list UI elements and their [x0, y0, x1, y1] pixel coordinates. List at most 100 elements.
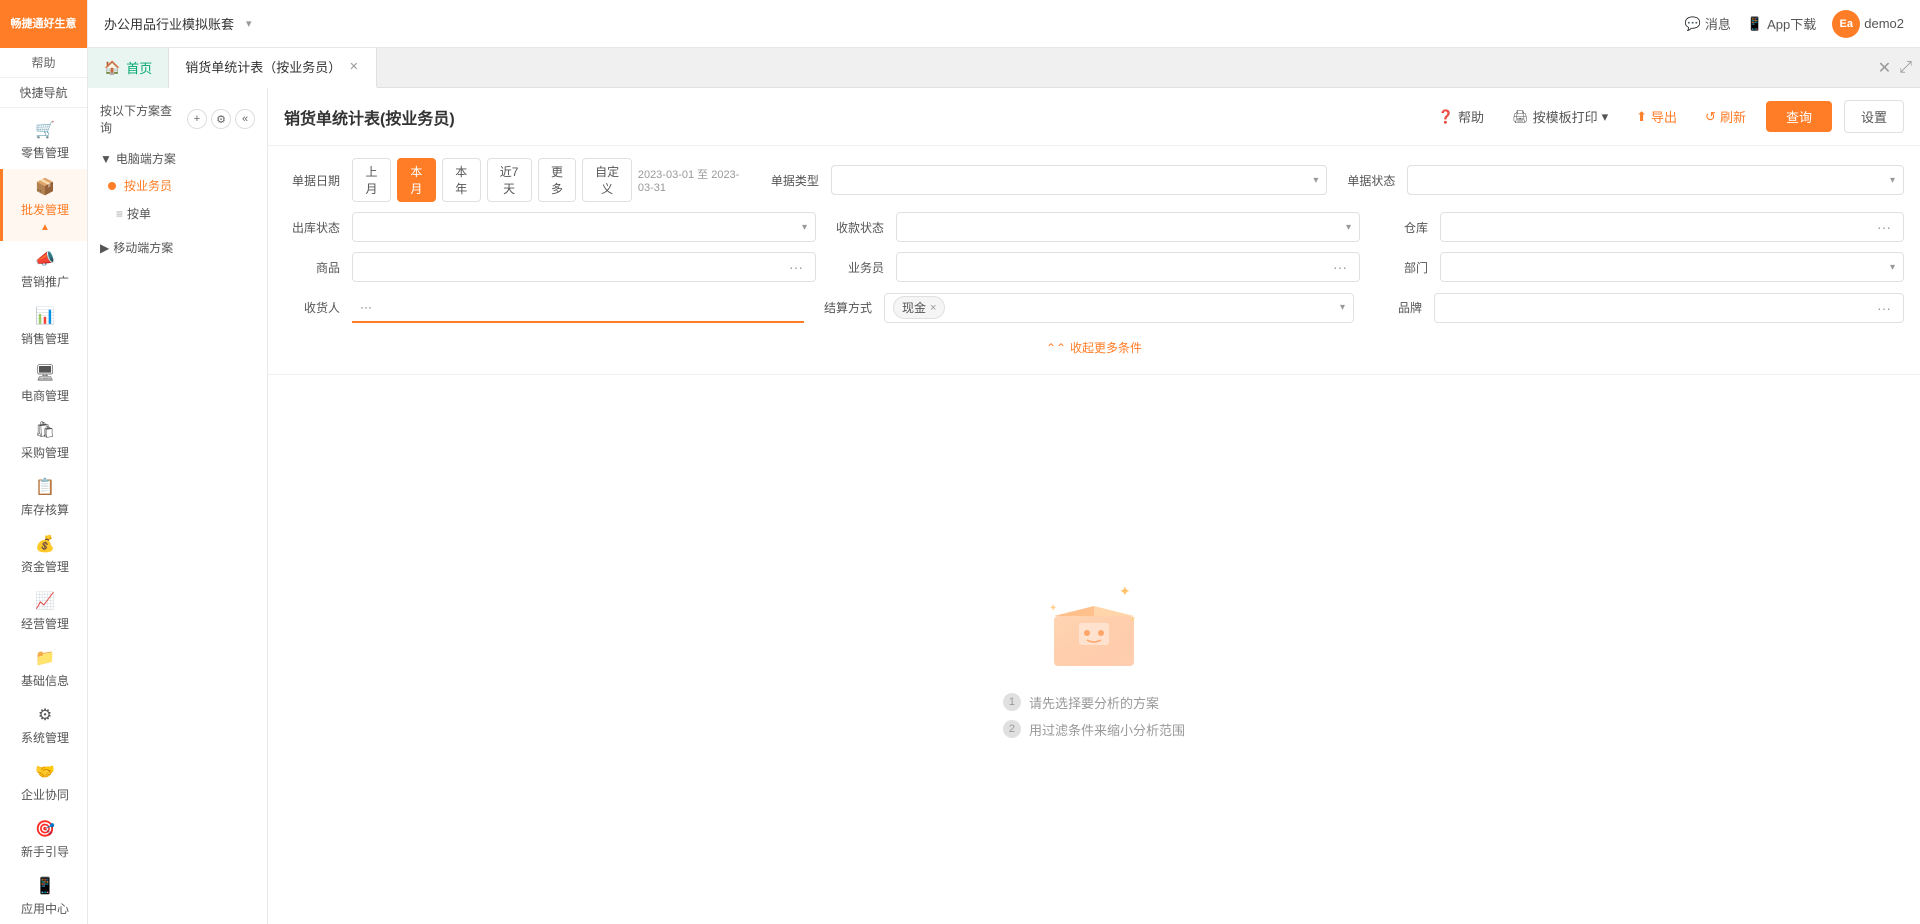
print-button[interactable]: 🖨 按模板打印 ▾	[1504, 103, 1616, 130]
sidebar-item-label: 批发管理	[21, 201, 69, 218]
left-panel-header: 按以下方案查询 + ⚙ «	[88, 96, 267, 142]
brand-dots[interactable]: ···	[1873, 300, 1895, 316]
date-filter-group: 上月 本月 本年 近7天 更多 自定义 2023-03-01 至 2023-03…	[352, 158, 751, 202]
goods-label: 商品	[284, 259, 340, 276]
dept-select[interactable]: ▾	[1440, 252, 1904, 282]
collapse-panel-button[interactable]: «	[235, 109, 255, 129]
out-status-select[interactable]: ▾	[352, 212, 816, 242]
export-icon: ⬆	[1636, 109, 1647, 125]
payment-method-select[interactable]: 现金 × ▾	[884, 293, 1354, 323]
download-icon: 📱	[1747, 16, 1763, 32]
sidebar-item-appstore[interactable]: 📱 应用中心	[0, 868, 87, 924]
page-header-actions: ❓ 帮助 🖨 按模板打印 ▾ ⬆ 导出 ↺ 刷新	[1430, 100, 1904, 133]
tab-home[interactable]: 🏠 首页	[88, 48, 169, 88]
page-title: 销货单统计表(按业务员)	[284, 105, 455, 129]
sidebar-item-label: 系统管理	[21, 729, 69, 746]
sidebar-item-operations[interactable]: 📈 经营管理	[0, 583, 87, 640]
recv-status-select[interactable]: ▾	[896, 212, 1360, 242]
date-this-year-btn[interactable]: 本年	[442, 158, 481, 202]
left-panel: 按以下方案查询 + ⚙ « ▼ 电脑端方案	[88, 88, 268, 924]
consignee-input-wrapper	[352, 292, 804, 323]
sidebar-item-marketing[interactable]: 📣 营销推广	[0, 241, 87, 298]
inventory-icon: 📋	[35, 477, 55, 497]
empty-tip-2: 2 用过滤条件来缩小分析范围	[1003, 720, 1185, 739]
goods-dots[interactable]: ···	[785, 259, 807, 275]
date-last7-btn[interactable]: 近7天	[487, 158, 532, 202]
sidebar-search[interactable]: « 帮助	[0, 48, 87, 78]
sidebar-item-finance[interactable]: 💰 资金管理	[0, 526, 87, 583]
sidebar-item-newbie[interactable]: 🎯 新手引导	[0, 811, 87, 868]
warehouse-label: 仓库	[1372, 219, 1428, 236]
home-icon: 🏠	[104, 60, 120, 76]
svg-text:✦: ✦	[1049, 603, 1057, 614]
tab-sales-stat[interactable]: 销货单统计表（按业务员） ✕	[169, 48, 377, 88]
tab-maximize-button[interactable]: ⤢	[1899, 59, 1912, 77]
payment-tag-close[interactable]: ×	[930, 302, 936, 314]
dept-arrow: ▾	[1890, 262, 1895, 273]
sidebar-item-inventory[interactable]: 📋 库存核算	[0, 469, 87, 526]
date-custom-btn[interactable]: 自定义	[582, 158, 631, 202]
user-menu[interactable]: Ea demo2	[1832, 10, 1904, 38]
refresh-button[interactable]: ↺ 刷新	[1697, 103, 1754, 130]
mobile-group-label: 移动端方案	[113, 239, 173, 256]
salesperson-dots[interactable]: ···	[1329, 259, 1351, 275]
tab-close-window-button[interactable]: ✕	[1878, 58, 1891, 78]
scheme-item-by-salesperson[interactable]: 按业务员	[88, 171, 267, 200]
query-button[interactable]: 查询	[1766, 101, 1832, 132]
settings-button[interactable]: 设置	[1844, 100, 1904, 133]
purchase-icon: 🛍	[35, 420, 55, 440]
sidebar-item-label: 零售管理	[21, 144, 69, 161]
sidebar-item-system[interactable]: ⚙ 系统管理	[0, 697, 87, 754]
goods-select[interactable]: ···	[352, 252, 816, 282]
date-this-month-btn[interactable]: 本月	[397, 158, 436, 202]
tab-close-button[interactable]: ✕	[347, 58, 360, 75]
doc-type-select[interactable]: ▾	[831, 165, 1328, 195]
tab-actions: ✕ ⤢	[1878, 58, 1920, 78]
date-more-btn[interactable]: 更多	[538, 158, 577, 202]
settings-scheme-button[interactable]: ⚙	[211, 109, 231, 129]
date-range-display: 2023-03-01 至 2023-03-31	[638, 166, 751, 194]
tab-bar: 🏠 首页 销货单统计表（按业务员） ✕ ✕ ⤢	[88, 48, 1920, 88]
doc-status-label: 单据状态	[1339, 172, 1395, 189]
add-scheme-button[interactable]: +	[187, 109, 207, 129]
app-dropdown-arrow[interactable]: ▾	[246, 17, 252, 30]
consignee-label: 收货人	[284, 299, 340, 316]
app-download-button[interactable]: 📱 App下载	[1747, 14, 1816, 33]
warehouse-dots[interactable]: ···	[1873, 219, 1895, 235]
sub-scheme-icon: ≡	[116, 207, 123, 221]
salesperson-select[interactable]: ···	[896, 252, 1360, 282]
sidebar-item-label: 经营管理	[21, 615, 69, 632]
help-button[interactable]: ❓ 帮助	[1430, 103, 1492, 130]
date-last-month-btn[interactable]: 上月	[352, 158, 391, 202]
empty-state: ✦ ✦ ★ 1 请先选择要分析的方案 2 用过滤条件	[268, 375, 1920, 924]
sidebar-item-label: 销售管理	[21, 330, 69, 347]
sidebar-item-retail[interactable]: 🛒 零售管理	[0, 112, 87, 169]
mobile-group-title[interactable]: ▶ 移动端方案	[88, 235, 267, 260]
sidebar-item-sales[interactable]: 📊 销售管理	[0, 298, 87, 355]
export-button[interactable]: ⬆ 导出	[1628, 103, 1685, 130]
empty-tips: 1 请先选择要分析的方案 2 用过滤条件来缩小分析范围	[1003, 693, 1185, 739]
sidebar-nav: 🛒 零售管理 📦 批发管理 ▲ 📣 营销推广 📊 销售管理 🖥 电商管理 🛍 采…	[0, 108, 87, 924]
mobile-scheme-group: ▶ 移动端方案	[88, 231, 267, 264]
appstore-icon: 📱	[35, 876, 55, 896]
brand-select[interactable]: ···	[1434, 293, 1904, 323]
right-content: 销货单统计表(按业务员) ❓ 帮助 🖨 按模板打印 ▾ ⬆ 导出	[268, 88, 1920, 924]
message-button[interactable]: 💬 消息	[1685, 14, 1731, 33]
app-logo: 畅捷通好生意	[0, 0, 87, 48]
warehouse-select[interactable]: ···	[1440, 212, 1904, 242]
refresh-icon: ↺	[1705, 109, 1716, 125]
sidebar-item-ecommerce[interactable]: 🖥 电商管理	[0, 355, 87, 412]
doc-status-select[interactable]: ▾	[1407, 165, 1904, 195]
sidebar-item-label: 库存核算	[21, 501, 69, 518]
collapse-filters-button[interactable]: ⌃⌃ 收起更多条件	[284, 333, 1904, 362]
quick-nav[interactable]: 快捷导航	[0, 78, 87, 108]
top-header: 办公用品行业模拟账套 ▾ 💬 消息 📱 App下载 Ea demo2	[88, 0, 1920, 48]
sidebar-item-basics[interactable]: 📁 基础信息	[0, 640, 87, 697]
consignee-input[interactable]	[352, 292, 804, 322]
sidebar-item-enterprise[interactable]: 🤝 企业协同	[0, 754, 87, 811]
sidebar-item-purchase[interactable]: 🛍 采购管理	[0, 412, 87, 469]
sidebar-item-wholesale[interactable]: 📦 批发管理 ▲	[0, 169, 87, 241]
payment-method-arrow: ▾	[1340, 302, 1345, 313]
pc-group-title[interactable]: ▼ 电脑端方案	[88, 146, 267, 171]
scheme-item-by-order[interactable]: ≡ 按单	[88, 200, 267, 227]
